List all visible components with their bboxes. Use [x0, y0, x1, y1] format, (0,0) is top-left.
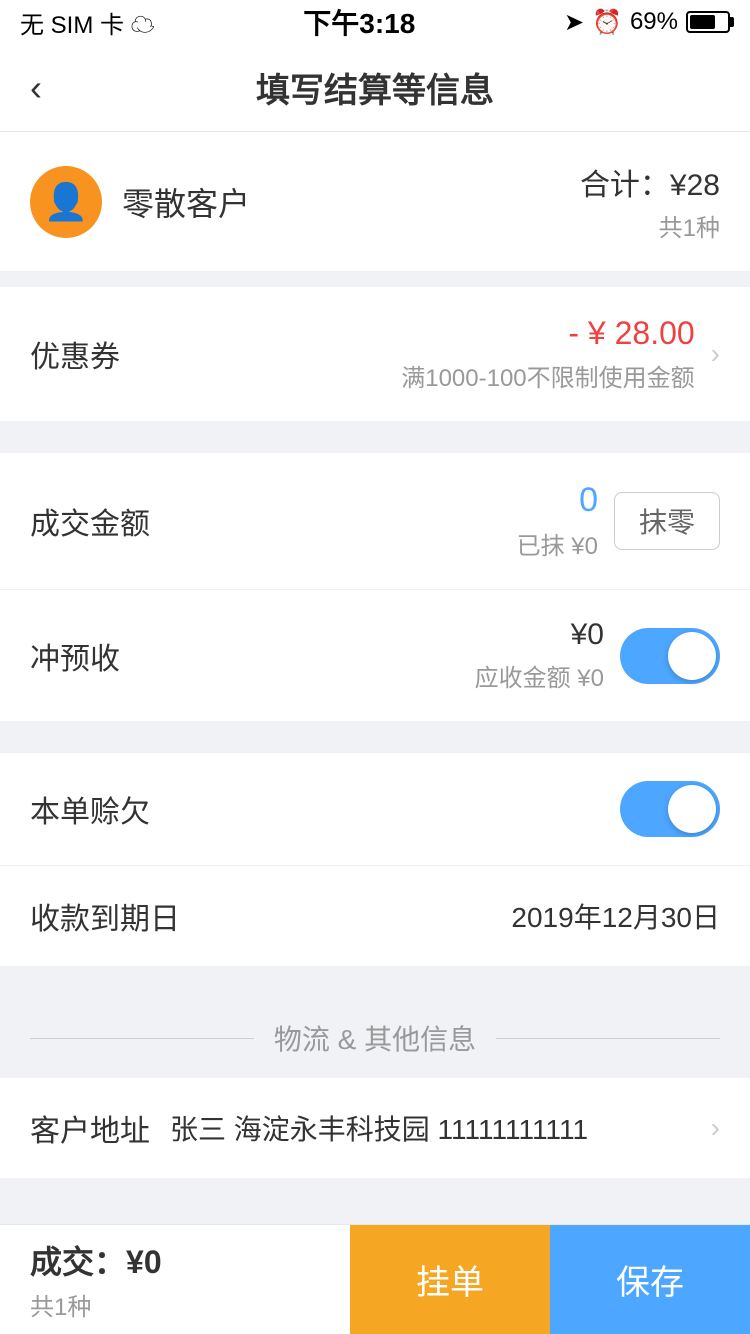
due-date-row: 收款到期日 2019年12月30日 [0, 866, 750, 966]
alarm-icon: ⏰ [592, 8, 622, 37]
customer-left: 👤 零散客户 [30, 166, 250, 238]
credit-row: 本单赊欠 [0, 753, 750, 866]
battery-percent: 69% [630, 8, 678, 36]
total-amount: 合计：¥28 [580, 160, 720, 204]
prepayment-toggle[interactable] [620, 628, 720, 684]
sim-status: 无 SIM 卡 ☁ [20, 5, 155, 40]
address-value: 张三 海淀永丰科技园 11111111111 [170, 1108, 711, 1148]
address-section[interactable]: 客户地址 张三 海淀永丰科技园 11111111111 › [0, 1078, 750, 1178]
save-button[interactable]: 保存 [550, 1225, 750, 1334]
due-date-value: 2019年12月30日 [511, 896, 720, 936]
location-icon: ➤ [564, 8, 584, 37]
prepayment-label: 冲预收 [30, 634, 120, 678]
deal-row: 成交金额 已抹 ¥0 抹零 [0, 453, 750, 590]
credit-toggle[interactable] [620, 781, 720, 837]
bottom-deal-text: 成交：¥0 [30, 1237, 320, 1283]
coupon-discount: - ¥ 28.00 [401, 315, 694, 352]
due-date-label: 收款到期日 [30, 894, 180, 938]
bottom-count: 共1种 [30, 1287, 320, 1322]
deal-value-block: 已抹 ¥0 [517, 481, 598, 561]
round-button[interactable]: 抹零 [614, 492, 720, 550]
bottom-deal-value: ¥0 [126, 1244, 162, 1280]
deal-label: 成交金额 [30, 499, 150, 543]
prepayment-value: ¥0 [475, 618, 604, 652]
customer-row: 👤 零散客户 合计：¥28 共1种 [0, 132, 750, 271]
coupon-right: - ¥ 28.00 满1000-100不限制使用金额 › [401, 315, 720, 393]
status-bar: 无 SIM 卡 ☁ 下午3:18 ➤ ⏰ 69% [0, 0, 750, 44]
logistics-label: 物流 & 其他信息 [274, 1018, 476, 1058]
address-row[interactable]: 客户地址 张三 海淀永丰科技园 11111111111 › [0, 1078, 750, 1178]
coupon-section[interactable]: 优惠券 - ¥ 28.00 满1000-100不限制使用金额 › [0, 287, 750, 421]
address-label: 客户地址 [30, 1106, 150, 1150]
avatar-icon: 👤 [44, 181, 89, 223]
address-chevron-icon: › [711, 1112, 720, 1144]
avatar: 👤 [30, 166, 102, 238]
credit-right [620, 781, 720, 837]
coupon-label: 优惠券 [30, 332, 120, 376]
customer-name: 零散客户 [122, 179, 250, 225]
logistics-header: 物流 & 其他信息 [0, 998, 750, 1078]
battery-icon [686, 11, 730, 33]
credit-label: 本单赊欠 [30, 787, 150, 831]
divider-2 [0, 737, 750, 753]
divider-3 [0, 982, 750, 998]
deal-right: 已抹 ¥0 抹零 [517, 481, 720, 561]
deal-section: 成交金额 已抹 ¥0 抹零 冲预收 ¥0 应收金额 ¥0 [0, 453, 750, 721]
credit-section: 本单赊欠 收款到期日 2019年12月30日 [0, 753, 750, 966]
deal-amount-input[interactable] [518, 481, 598, 520]
nav-bar: ‹ 填写结算等信息 [0, 44, 750, 132]
prepayment-right: ¥0 应收金额 ¥0 [475, 618, 720, 693]
coupon-row[interactable]: 优惠券 - ¥ 28.00 满1000-100不限制使用金额 › [0, 287, 750, 421]
coupon-value-block: - ¥ 28.00 满1000-100不限制使用金额 [401, 315, 694, 393]
bottom-deal-label: 成交： [30, 1244, 126, 1280]
status-right: ➤ ⏰ 69% [564, 8, 730, 37]
page-title: 填写结算等信息 [256, 63, 494, 112]
total-count: 共1种 [580, 208, 720, 243]
content: 👤 零散客户 合计：¥28 共1种 优惠券 - ¥ 28.00 满1000-10… [0, 132, 750, 1314]
coupon-chevron-icon: › [711, 338, 720, 370]
status-time: 下午3:18 [303, 2, 415, 42]
prepayment-row: 冲预收 ¥0 应收金额 ¥0 [0, 590, 750, 721]
status-left: 无 SIM 卡 ☁ [20, 5, 155, 40]
credit-toggle-knob [668, 785, 716, 833]
prepayment-value-block: ¥0 应收金额 ¥0 [475, 618, 604, 693]
prepayment-sub: 应收金额 ¥0 [475, 658, 604, 693]
bottom-bar: 成交：¥0 共1种 挂单 保存 [0, 1224, 750, 1334]
coupon-description: 满1000-100不限制使用金额 [401, 358, 694, 393]
deal-sub: 已抹 ¥0 [517, 526, 598, 561]
bottom-summary: 成交：¥0 共1种 [0, 1237, 350, 1322]
toggle-knob [668, 632, 716, 680]
divider-1 [0, 437, 750, 453]
pending-button[interactable]: 挂单 [350, 1225, 550, 1334]
back-button[interactable]: ‹ [30, 67, 42, 109]
customer-total: 合计：¥28 共1种 [580, 160, 720, 243]
